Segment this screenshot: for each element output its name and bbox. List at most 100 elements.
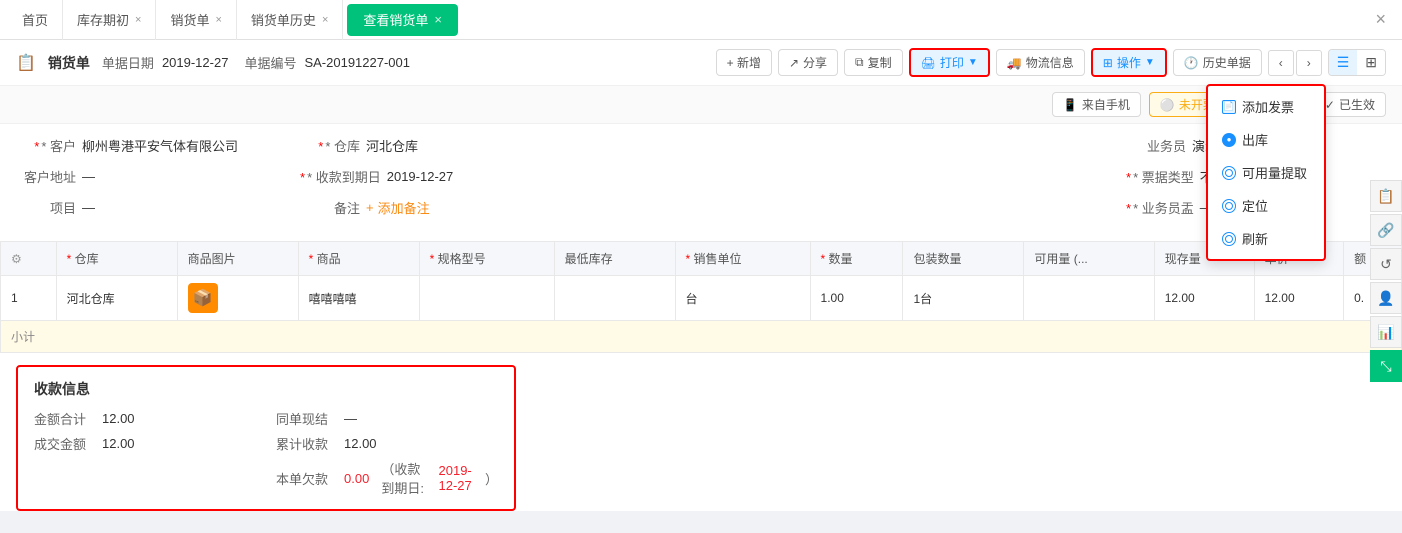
toolbar-right: + 新增 ↗ 分享 ⧉ 复制 🖨 打印 ▼ 🚚 物流信息 ⊞ 操作 bbox=[716, 48, 1386, 77]
main-content: 📋 销货单 单据日期 2019-12-27 单据编号 SA-20191227-0… bbox=[0, 40, 1402, 511]
doc-no-label: 单据编号 SA-20191227-001 bbox=[244, 53, 410, 72]
transaction-label: 成交金额 bbox=[34, 434, 94, 453]
side-icon-user[interactable]: 👤 bbox=[1370, 282, 1402, 314]
total-amount-label: 金额合计 bbox=[34, 409, 94, 428]
customer-label: * 客户 bbox=[16, 136, 76, 155]
tab-bar-close-button[interactable]: × bbox=[1367, 9, 1394, 30]
add-invoice-icon: 📄 bbox=[1222, 100, 1236, 114]
print-icon: 🖨 bbox=[921, 56, 936, 70]
product-image: 📦 bbox=[188, 283, 218, 313]
doc-title-area: 📋 销货单 单据日期 2019-12-27 单据编号 SA-20191227-0… bbox=[16, 53, 716, 73]
print-dropdown-arrow: ▼ bbox=[968, 57, 978, 68]
side-icon-doc[interactable]: 📋 bbox=[1370, 180, 1402, 212]
col-product: * 商品 bbox=[298, 242, 419, 276]
payment-due-field: * 收款到期日 2019-12-27 bbox=[300, 167, 560, 186]
new-button[interactable]: + 新增 bbox=[716, 49, 772, 76]
cell-pack-qty: 1台 bbox=[903, 276, 1024, 321]
cell-stock: 12.00 bbox=[1154, 276, 1254, 321]
payment-grid: 金额合计 12.00 同单现结 — 成交金额 12.00 累计收款 12.00 … bbox=[34, 409, 498, 497]
close-tab-sales[interactable]: × bbox=[215, 14, 221, 26]
table-header: ⚙ * 仓库 商品图片 * 商品 * 规格型号 最低库存 * 销售单位 * 数量… bbox=[1, 242, 1402, 276]
close-tab-inventory[interactable]: × bbox=[135, 14, 141, 26]
subtotal-label: 小计 bbox=[1, 321, 1402, 353]
locate-icon bbox=[1222, 199, 1236, 213]
side-icons: 📋 🔗 ↺ 👤 📊 ⤡ bbox=[1370, 180, 1402, 382]
invoice-status-icon: ⚪ bbox=[1160, 98, 1175, 112]
col-product-img: 商品图片 bbox=[177, 242, 298, 276]
operations-button[interactable]: ⊞ 操作 ▼ bbox=[1091, 48, 1167, 77]
tab-sales-history[interactable]: 销货单历史 × bbox=[237, 0, 343, 40]
customer-value: 柳州粤港平安气体有限公司 bbox=[82, 136, 238, 155]
col-quantity: * 数量 bbox=[810, 242, 903, 276]
payment-title: 收款信息 bbox=[34, 379, 498, 399]
dropdown-item-add-invoice[interactable]: 📄 添加发票 bbox=[1208, 90, 1324, 123]
operations-icon: ⊞ bbox=[1103, 56, 1113, 70]
cumulative-item: 累计收款 12.00 bbox=[276, 434, 498, 453]
warehouse-value: 河北仓库 bbox=[366, 136, 418, 155]
same-order-item: 同单现结 — bbox=[276, 409, 498, 428]
customer-field: * 客户 柳州粤港平安气体有限公司 bbox=[16, 136, 276, 155]
arrears-note: （收款到期日: bbox=[381, 459, 428, 497]
col-sales-unit: * 销售单位 bbox=[675, 242, 810, 276]
doc-type-icon: 📋 bbox=[16, 53, 36, 73]
share-button[interactable]: ↗ 分享 bbox=[778, 49, 838, 76]
product-img-icon: 📦 bbox=[193, 288, 213, 308]
col-settings[interactable]: ⚙ bbox=[1, 242, 57, 276]
doc-type-label: 销货单 bbox=[48, 53, 90, 73]
products-table: ⚙ * 仓库 商品图片 * 商品 * 规格型号 最低库存 * 销售单位 * 数量… bbox=[0, 241, 1402, 353]
effective-icon: ✓ bbox=[1325, 98, 1335, 112]
col-min-stock: 最低库存 bbox=[554, 242, 675, 276]
tab-home[interactable]: 首页 bbox=[8, 0, 63, 40]
list-view-button[interactable]: ☰ bbox=[1329, 50, 1358, 75]
tab-inventory-init[interactable]: 库存期初 × bbox=[63, 0, 156, 40]
print-button[interactable]: 🖨 打印 ▼ bbox=[909, 48, 990, 77]
history-button[interactable]: 🕐 历史单据 bbox=[1173, 49, 1262, 76]
cell-available bbox=[1024, 276, 1154, 321]
arrears-date: 2019-12-27 bbox=[439, 463, 477, 493]
add-note-button[interactable]: + 添加备注 bbox=[366, 198, 430, 217]
transaction-value: 12.00 bbox=[102, 436, 135, 451]
dropdown-item-locate[interactable]: 定位 bbox=[1208, 189, 1324, 222]
next-record-button[interactable]: › bbox=[1296, 50, 1322, 76]
add-note-plus-icon: + bbox=[366, 200, 374, 215]
logistics-button[interactable]: 🚚 物流信息 bbox=[996, 49, 1085, 76]
dropdown-item-outbound[interactable]: ● 出库 bbox=[1208, 123, 1324, 156]
side-icon-chart[interactable]: 📊 bbox=[1370, 316, 1402, 348]
subtotal-row: 小计 bbox=[1, 321, 1402, 353]
cell-index: 1 bbox=[1, 276, 57, 321]
invoice-type-label: * 票据类型 bbox=[1126, 167, 1194, 186]
form-row-2: 客户地址 — * 收款到期日 2019-12-27 * 票据类型 不开票 bbox=[16, 167, 1386, 186]
close-tab-history[interactable]: × bbox=[322, 14, 328, 26]
close-tab-view[interactable]: × bbox=[434, 12, 442, 27]
cell-unit-price: 12.00 bbox=[1254, 276, 1343, 321]
cell-sales-unit: 台 bbox=[675, 276, 810, 321]
customer-addr-value: — bbox=[82, 169, 95, 184]
gear-icon: ⚙ bbox=[11, 252, 22, 266]
same-order-label: 同单现结 bbox=[276, 409, 336, 428]
col-spec: * 规格型号 bbox=[419, 242, 554, 276]
dropdown-item-available-qty[interactable]: 可用量提取 bbox=[1208, 156, 1324, 189]
project-value: — bbox=[82, 200, 95, 215]
note-label: 备注 bbox=[300, 198, 360, 217]
table-section: ⚙ * 仓库 商品图片 * 商品 * 规格型号 最低库存 * 销售单位 * 数量… bbox=[0, 241, 1402, 353]
tab-view-sales-order[interactable]: 查看销货单 × bbox=[347, 4, 458, 36]
copy-icon: ⧉ bbox=[855, 55, 864, 70]
dropdown-item-refresh[interactable]: 刷新 bbox=[1208, 222, 1324, 255]
side-icon-link[interactable]: 🔗 bbox=[1370, 214, 1402, 246]
side-icon-refresh[interactable]: ↺ bbox=[1370, 248, 1402, 280]
arrears-item: 本单欠款 0.00 （收款到期日: 2019-12-27 ） bbox=[276, 459, 498, 497]
phone-icon: 📱 bbox=[1063, 98, 1078, 112]
from-phone-button[interactable]: 📱 来自手机 bbox=[1052, 92, 1141, 117]
share-icon: ↗ bbox=[789, 56, 799, 70]
doc-date-label: 单据日期 2019-12-27 bbox=[102, 53, 229, 72]
total-amount-item: 金额合计 12.00 bbox=[34, 409, 256, 428]
cell-warehouse: 河北仓库 bbox=[56, 276, 177, 321]
operations-dropdown: 📄 添加发票 ● 出库 可用量提取 定位 bbox=[1206, 84, 1326, 261]
cell-quantity: 1.00 bbox=[810, 276, 903, 321]
prev-record-button[interactable]: ‹ bbox=[1268, 50, 1294, 76]
arrears-label: 本单欠款 bbox=[276, 469, 336, 488]
grid-view-button[interactable]: ⊞ bbox=[1357, 50, 1385, 75]
tab-sales-order[interactable]: 销货单 × bbox=[156, 0, 236, 40]
side-icon-expand[interactable]: ⤡ bbox=[1370, 350, 1402, 382]
copy-button[interactable]: ⧉ 复制 bbox=[844, 49, 903, 76]
